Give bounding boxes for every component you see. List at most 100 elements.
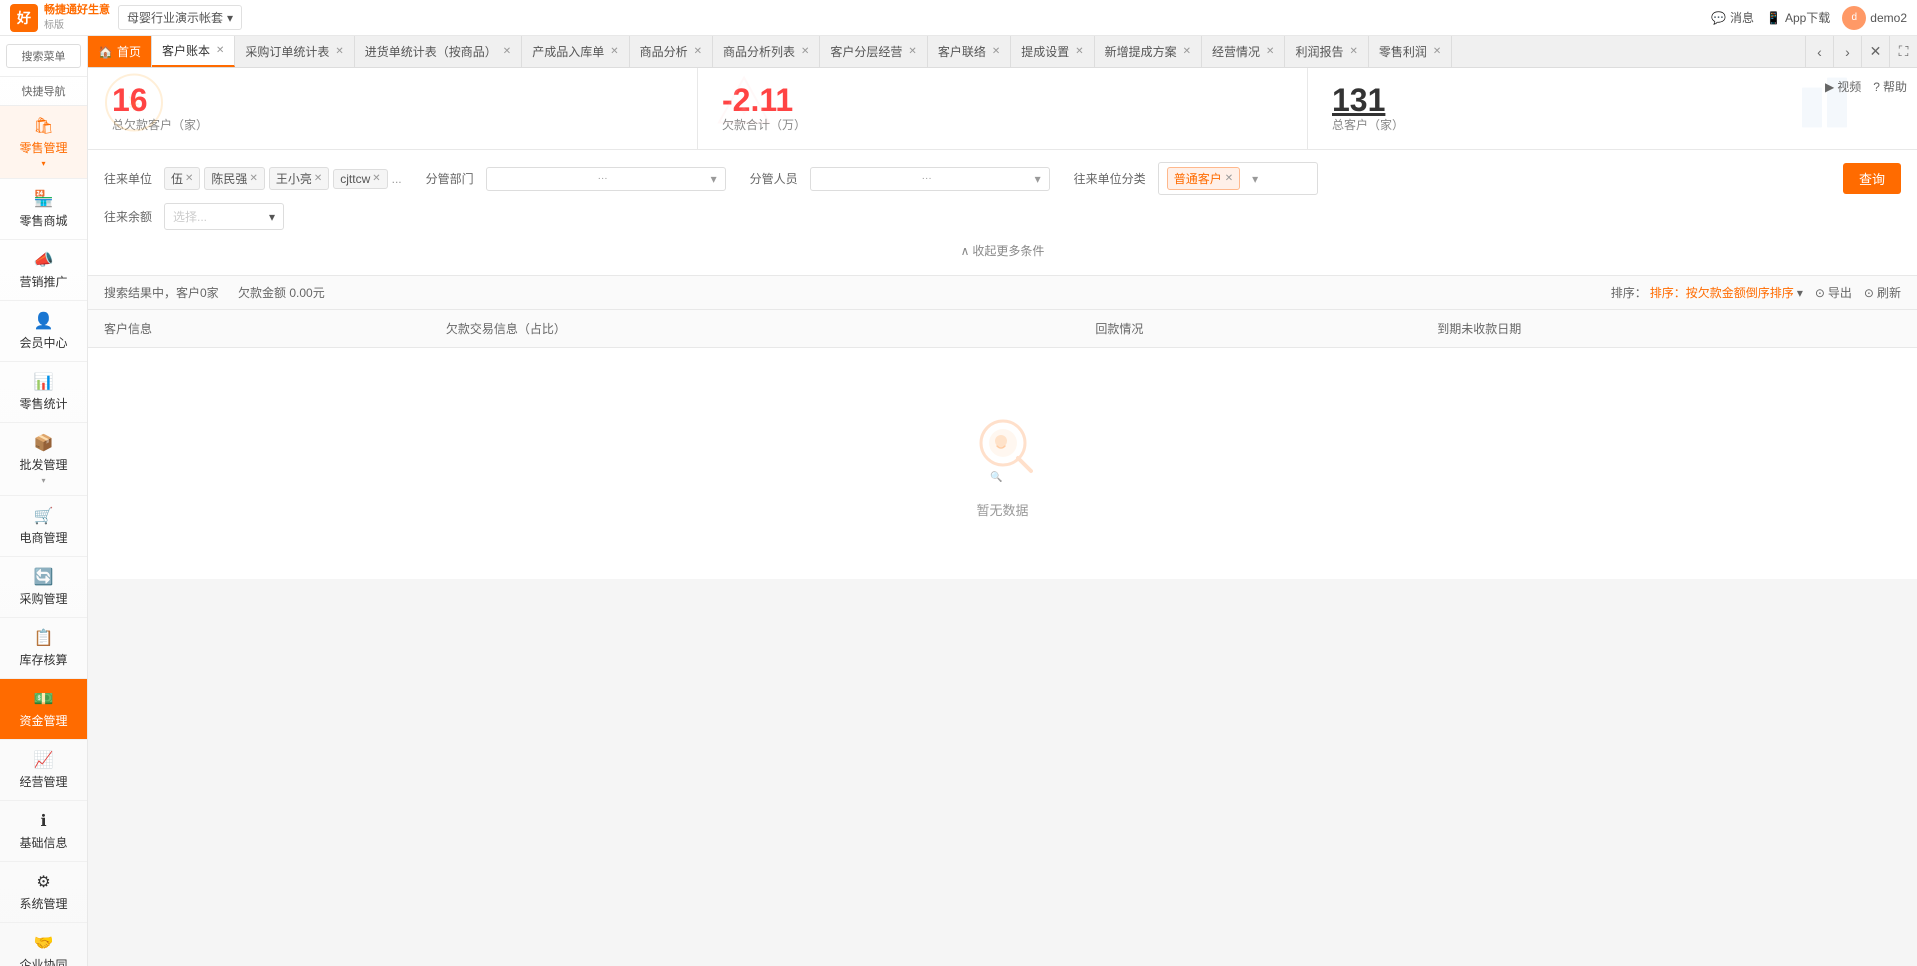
sidebar-item-wholesale-mgmt[interactable]: 📦 批发管理 ▾ — [0, 423, 87, 496]
svg-text:¥: ¥ — [127, 93, 140, 115]
person-select[interactable]: ··· ▾ — [810, 167, 1050, 191]
unit-tags-more[interactable]: ... — [392, 172, 402, 186]
unit-label: 往来单位 — [104, 170, 152, 187]
category-arrow-icon: ▾ — [1252, 172, 1258, 186]
member-center-icon: 👤 — [34, 311, 54, 331]
user-profile-button[interactable]: d demo2 — [1842, 6, 1907, 30]
sidebar-item-marketing[interactable]: 📣 营销推广 — [0, 240, 87, 301]
tab-customer-segment[interactable]: 客户分层经营 ✕ — [820, 36, 927, 67]
quick-nav-button[interactable]: 快捷导航 — [0, 77, 87, 106]
stat-card-amount: ✦ -2.11 欠款合计（万） — [698, 68, 1308, 149]
message-button[interactable]: 💬 消息 — [1711, 9, 1754, 26]
tab-close-profit-report[interactable]: ✕ — [1349, 46, 1357, 57]
empty-state: 🔍 暂无数据 — [88, 348, 1917, 579]
stat-actions: ▶ 视频 ? 帮助 — [1825, 78, 1907, 95]
sidebar-item-system-mgmt[interactable]: ⚙ 系统管理 — [0, 862, 87, 923]
result-text: 搜索结果中，客户0家 欠款金额 0.00元 — [104, 284, 325, 301]
tab-customer-account[interactable]: 客户账本 ✕ — [152, 36, 235, 67]
logo-area: 好 畅捷通好生意 标版 — [10, 3, 110, 32]
tab-product-inbound[interactable]: 产成品入库单 ✕ — [522, 36, 629, 67]
export-button[interactable]: ⊙ 导出 — [1815, 284, 1852, 301]
sort-select[interactable]: 排序： 排序：按欠款金额倒序排序 ▾ — [1611, 284, 1803, 301]
sidebar-item-capital-mgmt[interactable]: 💵 资金管理 — [0, 679, 87, 740]
tab-nav-next[interactable]: › — [1833, 36, 1861, 68]
collapse-button[interactable]: ∧ 收起更多条件 — [961, 238, 1045, 263]
filter-area: 往来单位 伍 ✕ 陈民强 ✕ 王小亮 ✕ — [88, 150, 1917, 276]
tab-close-retail-profit[interactable]: ✕ — [1433, 46, 1441, 57]
video-button[interactable]: ▶ 视频 — [1825, 78, 1861, 95]
unit-tag-wu-close[interactable]: ✕ — [185, 173, 193, 184]
tab-nav-fullscreen[interactable]: ⛶ — [1889, 36, 1917, 68]
page-content: ¥ 16 总欠款客户（家） ✦ — [88, 68, 1917, 966]
stat-card-total-customers: 131 总客户（家） ▶ 视频 ? 帮助 — [1308, 68, 1917, 149]
collapse-row: ∧ 收起更多条件 — [104, 238, 1901, 263]
stat-label-amount: 欠款合计（万） — [722, 116, 1283, 133]
search-menu-button[interactable]: 搜索菜单 — [0, 36, 87, 77]
sidebar-item-retail-stats[interactable]: 📊 零售统计 — [0, 362, 87, 423]
enterprise-selector[interactable]: 母婴行业演示帐套 ▾ — [118, 5, 242, 30]
sidebar-item-purchase-mgmt[interactable]: 🔄 采购管理 — [0, 557, 87, 618]
unit-tag-chen-close[interactable]: ✕ — [249, 173, 257, 184]
tab-new-commission-plan[interactable]: 新增提成方案 ✕ — [1095, 36, 1202, 67]
remain-input[interactable]: 选择... ▾ — [164, 203, 284, 230]
category-tag-normal: 普通客户 ✕ — [1167, 167, 1240, 190]
tab-close-business-situation[interactable]: ✕ — [1266, 46, 1274, 57]
sidebar-item-inventory-check[interactable]: 📋 库存核算 — [0, 618, 87, 679]
app-icon: 📱 — [1766, 11, 1781, 25]
stat-value-customers: 16 — [112, 84, 673, 116]
retail-mall-icon: 🏪 — [34, 189, 54, 209]
sidebar-item-ecom-mgmt[interactable]: 🛒 电商管理 — [0, 496, 87, 557]
tab-close-commission-settings[interactable]: ✕ — [1075, 46, 1083, 57]
sidebar-item-retail-mgmt[interactable]: 🛍 零售管理 ▾ — [0, 106, 87, 179]
sidebar-item-basic-info[interactable]: ℹ 基础信息 — [0, 801, 87, 862]
empty-icon: 🔍 — [963, 408, 1043, 488]
sidebar-item-member-center[interactable]: 👤 会员中心 — [0, 301, 87, 362]
sidebar-item-enterprise-collab[interactable]: 🤝 企业协同 — [0, 923, 87, 966]
tab-customer-contact[interactable]: 客户联络 ✕ — [928, 36, 1011, 67]
table-container: 客户信息 欠款交易信息（占比） 回款情况 到期未收款日期 — [88, 310, 1917, 579]
col-customer-info: 客户信息 — [88, 310, 430, 348]
category-tag-close[interactable]: ✕ — [1225, 173, 1233, 184]
col-repayment: 回款情况 — [1079, 310, 1421, 348]
ecom-icon: 🛒 — [34, 506, 54, 526]
tab-close-stock-stats[interactable]: ✕ — [503, 46, 511, 57]
basic-info-icon: ℹ — [40, 811, 46, 831]
sidebar-item-retail-mall[interactable]: 🏪 零售商城 — [0, 179, 87, 240]
refresh-button[interactable]: ⊙ 刷新 — [1864, 284, 1901, 301]
tab-home[interactable]: 🏠 首页 — [88, 36, 152, 67]
tab-business-situation[interactable]: 经营情况 ✕ — [1202, 36, 1285, 67]
result-summary: 搜索结果中，客户0家 欠款金额 0.00元 排序： 排序：按欠款金额倒序排序 ▾… — [88, 276, 1917, 310]
tab-close-customer-account[interactable]: ✕ — [216, 45, 224, 56]
tab-close-customer-segment[interactable]: ✕ — [908, 46, 916, 57]
help-button[interactable]: ? 帮助 — [1873, 78, 1907, 95]
table-header-row: 客户信息 欠款交易信息（占比） 回款情况 到期未收款日期 — [88, 310, 1917, 348]
tab-commission-settings[interactable]: 提成设置 ✕ — [1011, 36, 1094, 67]
dept-dots: ··· — [598, 173, 608, 184]
search-menu-input[interactable]: 搜索菜单 — [6, 44, 81, 68]
tab-close-purchase-order[interactable]: ✕ — [335, 46, 343, 57]
tab-close-product-analysis[interactable]: ✕ — [694, 46, 702, 57]
unit-tag-wang-close[interactable]: ✕ — [314, 173, 322, 184]
tab-profit-report[interactable]: 利润报告 ✕ — [1285, 36, 1368, 67]
dept-select[interactable]: ··· ▾ — [486, 167, 726, 191]
tab-stock-stats[interactable]: 进货单统计表（按商品） ✕ — [355, 36, 522, 67]
home-icon: 🏠 — [98, 45, 113, 59]
video-icon: ▶ — [1825, 80, 1834, 94]
query-button[interactable]: 查询 — [1843, 163, 1901, 194]
tab-close-product-inbound[interactable]: ✕ — [610, 46, 618, 57]
app-download-button[interactable]: 📱 App下载 — [1766, 9, 1830, 26]
tab-close-new-commission-plan[interactable]: ✕ — [1183, 46, 1191, 57]
tab-product-analysis[interactable]: 商品分析 ✕ — [630, 36, 713, 67]
person-dots: ··· — [922, 173, 932, 184]
avatar: d — [1842, 6, 1866, 30]
category-select[interactable]: 普通客户 ✕ ▾ — [1158, 162, 1318, 195]
tab-purchase-order-stats[interactable]: 采购订单统计表 ✕ — [235, 36, 354, 67]
tab-retail-profit[interactable]: 零售利润 ✕ — [1369, 36, 1452, 67]
unit-tag-cjttcw-close[interactable]: ✕ — [372, 173, 380, 184]
tab-close-customer-contact[interactable]: ✕ — [992, 46, 1000, 57]
tab-nav-close-all[interactable]: ✕ — [1861, 36, 1889, 68]
tab-nav-prev[interactable]: ‹ — [1805, 36, 1833, 68]
sidebar-item-ops-mgmt[interactable]: 📈 经营管理 — [0, 740, 87, 801]
tab-product-analysis-list[interactable]: 商品分析列表 ✕ — [713, 36, 820, 67]
tab-close-product-analysis-list[interactable]: ✕ — [801, 46, 809, 57]
